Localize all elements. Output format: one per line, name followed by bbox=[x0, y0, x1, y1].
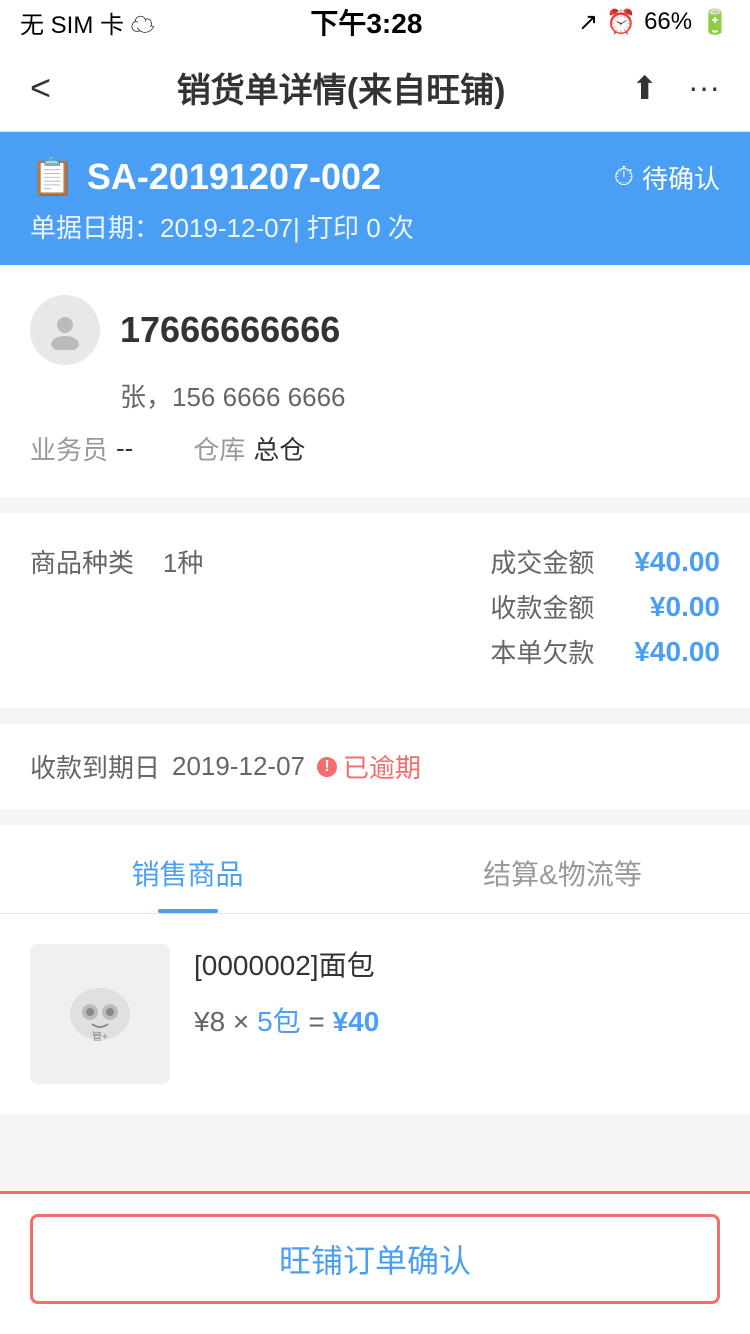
order-header: 📋 SA-20191207-002 ⏱ 待确认 单据日期：2019-12-07|… bbox=[0, 132, 750, 265]
product-name: [0000002]面包 bbox=[194, 944, 720, 984]
price-total: ¥40 bbox=[333, 1006, 380, 1037]
salesperson-label: 业务员 bbox=[30, 430, 108, 467]
nav-bar: < 销货单详情(来自旺铺) ⬆ ··· bbox=[0, 44, 750, 132]
clock-icon: ⏱ bbox=[614, 161, 634, 193]
alarm-icon: ⏰ bbox=[606, 8, 636, 37]
order-id: 📋 SA-20191207-002 bbox=[30, 156, 381, 198]
avatar bbox=[30, 295, 100, 365]
battery-icon: 🔋 bbox=[700, 8, 730, 37]
customer-section: 17666666666 张，156 6666 6666 业务员 -- 仓库 总仓 bbox=[0, 265, 750, 497]
amount-row-0: 成交金额 ¥40.00 bbox=[490, 543, 720, 580]
warehouse-label: 仓库 bbox=[193, 430, 245, 467]
product-type-label: 商品种类 bbox=[30, 548, 134, 578]
bottom-area: 旺铺订单确认 bbox=[0, 1191, 750, 1334]
product-section: 管+ [0000002]面包 ¥8 × 5包 = ¥40 bbox=[0, 914, 750, 1114]
customer-meta: 业务员 -- 仓库 总仓 bbox=[30, 430, 720, 467]
price-equals: = bbox=[301, 1006, 333, 1037]
amount-label-2: 本单欠款 bbox=[490, 633, 594, 670]
amount-value-0: ¥40.00 bbox=[634, 546, 720, 578]
status-right: ↗ ⏰ 66% 🔋 bbox=[578, 8, 730, 37]
confirm-order-button[interactable]: 旺铺订单确认 bbox=[30, 1214, 720, 1304]
product-price: ¥8 × 5包 = ¥40 bbox=[194, 1000, 720, 1040]
amount-row-2: 本单欠款 ¥40.00 bbox=[490, 633, 720, 670]
product-info: [0000002]面包 ¥8 × 5包 = ¥40 bbox=[194, 944, 720, 1040]
tabs-bar: 销售商品 结算&物流等 bbox=[0, 825, 750, 914]
page-title: 销货单详情(来自旺铺) bbox=[177, 63, 506, 112]
more-icon[interactable]: ··· bbox=[688, 69, 720, 106]
print-info: | 打印 0 次 bbox=[293, 213, 414, 243]
warehouse-item: 仓库 总仓 bbox=[193, 430, 305, 467]
summary-right: 成交金额 ¥40.00 收款金额 ¥0.00 本单欠款 ¥40.00 bbox=[490, 543, 720, 678]
amount-label-0: 成交金额 bbox=[490, 543, 594, 580]
location-icon: ↗ bbox=[578, 8, 598, 37]
date-value: 2019-12-07 bbox=[160, 213, 293, 243]
product-type-item: 商品种类 1种 bbox=[30, 543, 203, 580]
amount-label-1: 收款金额 bbox=[490, 588, 594, 625]
overdue-icon: ! bbox=[317, 757, 337, 777]
amount-value-1: ¥0.00 bbox=[650, 591, 720, 623]
status-time: 下午3:28 bbox=[310, 2, 422, 42]
nav-actions: ⬆ ··· bbox=[631, 69, 720, 107]
no-sim-text: 无 SIM 卡 ☁ bbox=[20, 5, 155, 40]
share-icon[interactable]: ⬆ bbox=[631, 69, 658, 107]
warehouse-value: 总仓 bbox=[253, 430, 305, 467]
salesperson-item: 业务员 -- bbox=[30, 430, 133, 467]
battery-text: 66% bbox=[644, 8, 692, 36]
order-status-text: 待确认 bbox=[642, 159, 720, 196]
price-quantity: 5包 bbox=[257, 1006, 301, 1037]
customer-name: 张，156 6666 6666 bbox=[30, 377, 720, 414]
customer-phone: 17666666666 bbox=[120, 309, 340, 351]
tab-products-label: 销售商品 bbox=[131, 859, 243, 890]
tab-products[interactable]: 销售商品 bbox=[0, 825, 375, 913]
due-date-value: 2019-12-07 bbox=[172, 751, 305, 782]
order-status: ⏱ 待确认 bbox=[614, 159, 720, 196]
salesperson-value: -- bbox=[116, 433, 133, 464]
order-id-icon: 📋 bbox=[30, 156, 75, 198]
product-image: 管+ bbox=[30, 944, 170, 1084]
order-id-text: SA-20191207-002 bbox=[87, 156, 381, 198]
summary-section: 商品种类 1种 成交金额 ¥40.00 收款金额 ¥0.00 本单欠款 ¥40.… bbox=[0, 513, 750, 708]
overdue-text: 已逾期 bbox=[343, 748, 421, 785]
customer-row: 17666666666 bbox=[30, 295, 720, 365]
amount-value-2: ¥40.00 bbox=[634, 636, 720, 668]
amount-row-1: 收款金额 ¥0.00 bbox=[490, 588, 720, 625]
due-date-section: 收款到期日 2019-12-07 ! 已逾期 bbox=[0, 724, 750, 809]
summary-left: 商品种类 1种 bbox=[30, 543, 203, 584]
date-label: 单据日期： bbox=[30, 213, 160, 243]
tab-settlement-label: 结算&物流等 bbox=[483, 859, 642, 890]
status-bar: 无 SIM 卡 ☁ 下午3:28 ↗ ⏰ 66% 🔋 bbox=[0, 0, 750, 44]
product-type-value: 1种 bbox=[163, 548, 203, 578]
order-id-row: 📋 SA-20191207-002 ⏱ 待确认 bbox=[30, 156, 720, 198]
tab-settlement[interactable]: 结算&物流等 bbox=[375, 825, 750, 913]
due-date-label: 收款到期日 bbox=[30, 748, 160, 785]
svg-text:管+: 管+ bbox=[92, 1030, 108, 1043]
price-base: ¥8 × bbox=[194, 1006, 257, 1037]
order-date: 单据日期：2019-12-07| 打印 0 次 bbox=[30, 208, 720, 245]
status-left: 无 SIM 卡 ☁ bbox=[20, 5, 155, 40]
overdue-badge: ! 已逾期 bbox=[317, 748, 421, 785]
back-button[interactable]: < bbox=[30, 67, 51, 109]
